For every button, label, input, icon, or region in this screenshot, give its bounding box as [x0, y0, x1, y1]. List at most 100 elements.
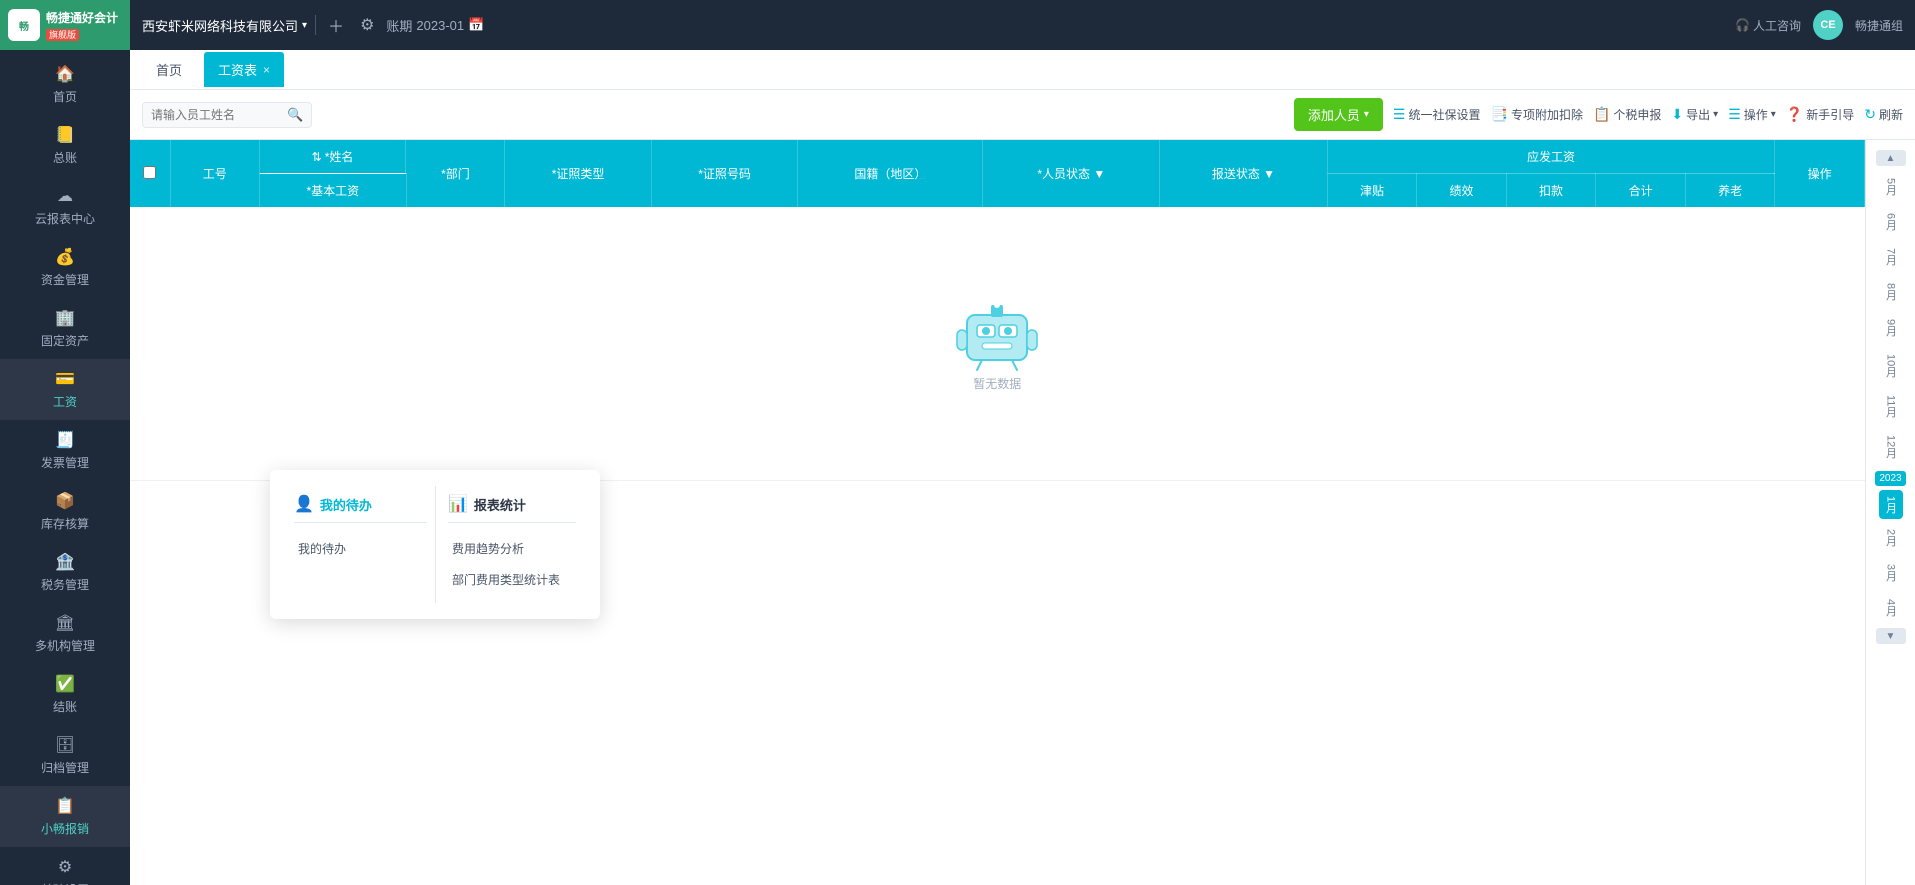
- sidebar-item-funds-label: 资金管理: [41, 271, 89, 288]
- filter-icon-1[interactable]: ▼: [1093, 167, 1105, 181]
- todo-title-label: 我的待办: [320, 495, 372, 514]
- checkbox-header[interactable]: [130, 140, 170, 207]
- todo-icon: 👤: [294, 494, 314, 514]
- month-10月[interactable]: 10月: [1879, 346, 1903, 385]
- sidebar-item-inventory-label: 库存核算: [41, 515, 89, 532]
- sidebar-item-assets-label: 固定资产: [41, 332, 89, 349]
- special-deduction-action[interactable]: 📑 专项附加扣除: [1491, 106, 1583, 123]
- month-12月[interactable]: 12月: [1879, 427, 1903, 466]
- th-salary-group: 应发工资: [1327, 140, 1775, 174]
- expense-icon: 📋: [55, 796, 75, 816]
- tab-salary-label: 工资表: [218, 60, 257, 79]
- add-button[interactable]: ＋: [324, 9, 348, 41]
- search-input[interactable]: [151, 108, 281, 122]
- th-id-type: *证照类型: [505, 140, 652, 207]
- tax-report-icon: 📋: [1593, 106, 1610, 123]
- month-4月[interactable]: 4月: [1879, 591, 1903, 624]
- month-1月-active[interactable]: 1月: [1879, 490, 1903, 519]
- page-content: 🔍 添加人员 ▾ ☰ 统一社保设置 📑 专项附加扣除: [130, 90, 1915, 885]
- app-name: 畅捷通好会计: [46, 9, 118, 26]
- social-insurance-icon: ☰: [1393, 106, 1406, 123]
- guide-toolbar-label: 新手引导: [1806, 106, 1854, 123]
- sidebar-item-closing[interactable]: ✅ 结账: [0, 664, 130, 725]
- dropdown-todo-title: 👤 我的待办: [294, 494, 427, 523]
- calendar-icon[interactable]: 📅: [468, 17, 484, 33]
- export-action[interactable]: ⬇ 导出 ▾: [1671, 106, 1718, 123]
- sidebar-item-tax[interactable]: 🏦 税务管理: [0, 542, 130, 603]
- home-icon: 🏠: [55, 64, 75, 84]
- dropdown-popup: 👤 我的待办 我的待办 📊 报表统计 费用趋势分析 部门费用类型统计表: [270, 470, 600, 619]
- empty-state-cell: 暂无数据: [130, 207, 1865, 481]
- th-operation: 操作: [1775, 140, 1865, 207]
- tab-salary[interactable]: 工资表 ×: [204, 52, 284, 87]
- th-deductions: 扣款: [1506, 174, 1596, 208]
- dropdown-item-cost-trend[interactable]: 费用趋势分析: [448, 533, 576, 564]
- scroll-up-arrow[interactable]: ▲: [1876, 150, 1906, 166]
- closing-icon: ✅: [55, 674, 75, 694]
- sidebar-item-settings[interactable]: ⚙ 基础设置: [0, 847, 130, 885]
- th-total: 合计: [1596, 174, 1686, 208]
- sidebar-item-ledger[interactable]: 📒 总账: [0, 115, 130, 176]
- scroll-down-arrow[interactable]: ▼: [1876, 628, 1906, 644]
- sidebar-item-archive[interactable]: 🗄 归档管理: [0, 725, 130, 786]
- customer-service[interactable]: 🎧 人工咨询: [1735, 17, 1801, 34]
- month-6月[interactable]: 6月: [1879, 205, 1903, 238]
- month-9月[interactable]: 9月: [1879, 311, 1903, 344]
- sidebar-item-cloud-label: 云报表中心: [35, 210, 95, 227]
- month-7月[interactable]: 7月: [1879, 240, 1903, 273]
- th-report-status: 报送状态 ▼: [1160, 140, 1328, 207]
- th-person-status: *人员状态 ▼: [983, 140, 1160, 207]
- toolbar-right: 添加人员 ▾ ☰ 统一社保设置 📑 专项附加扣除 📋 个税申报: [1294, 98, 1903, 131]
- add-person-label: 添加人员: [1308, 105, 1360, 124]
- sidebar-item-tax-label: 税务管理: [41, 576, 89, 593]
- th-dept: *部门: [406, 140, 505, 207]
- operation-action[interactable]: ☰ 操作 ▾: [1728, 106, 1776, 123]
- sidebar-item-expense[interactable]: 📋 小畅报销: [0, 786, 130, 847]
- guide-action[interactable]: ❓ 新手引导: [1786, 106, 1854, 123]
- tab-home[interactable]: 首页: [142, 52, 196, 87]
- filter-icon-2[interactable]: ▼: [1263, 167, 1275, 181]
- sidebar-item-salary[interactable]: 💳 工资: [0, 359, 130, 420]
- empty-state: 暂无数据: [140, 215, 1855, 472]
- sidebar-item-invoice[interactable]: 🧾 发票管理: [0, 420, 130, 481]
- dropdown-item-dept-cost[interactable]: 部门费用类型统计表: [448, 564, 576, 595]
- tax-report-label: 个税申报: [1613, 106, 1661, 123]
- sidebar-item-multi-org[interactable]: 🏛 多机构管理: [0, 603, 130, 664]
- month-2月[interactable]: 2月: [1879, 521, 1903, 554]
- sidebar-item-fixed-assets[interactable]: 🏢 固定资产: [0, 298, 130, 359]
- settings-button[interactable]: ⚙: [356, 11, 378, 39]
- export-chevron-icon: ▾: [1713, 109, 1718, 120]
- month-5月[interactable]: 5月: [1879, 170, 1903, 203]
- social-insurance-action[interactable]: ☰ 统一社保设置: [1393, 106, 1481, 123]
- th-id-number: *证照号码: [651, 140, 798, 207]
- dropdown-item-todo[interactable]: 我的待办: [294, 533, 427, 564]
- sidebar-logo[interactable]: 畅 畅捷通好会计 旗舰版: [0, 0, 130, 50]
- sidebar-item-inventory[interactable]: 📦 库存核算: [0, 481, 130, 542]
- tab-close-icon[interactable]: ×: [263, 63, 270, 77]
- sidebar-item-funds[interactable]: 💰 资金管理: [0, 237, 130, 298]
- divider-1: [315, 15, 316, 35]
- operation-label: 操作: [1744, 106, 1768, 123]
- sidebar-item-salary-label: 工资: [53, 393, 77, 410]
- add-person-button[interactable]: 添加人员 ▾: [1294, 98, 1383, 131]
- tab-home-label: 首页: [156, 63, 182, 78]
- tax-icon: 🏦: [55, 552, 75, 572]
- month-3月[interactable]: 3月: [1879, 556, 1903, 589]
- operation-icon: ☰: [1728, 106, 1741, 123]
- sidebar-item-settings-label: 基础设置: [41, 881, 89, 885]
- month-8月[interactable]: 8月: [1879, 275, 1903, 308]
- deduction-label: 专项附加扣除: [1511, 106, 1583, 123]
- empty-robot-icon: [947, 295, 1047, 375]
- month-11月[interactable]: 11月: [1879, 387, 1903, 425]
- company-selector[interactable]: 西安虾米网络科技有限公司 ▾: [142, 16, 307, 35]
- sidebar-item-cloud-reports[interactable]: ☁ 云报表中心: [0, 176, 130, 237]
- sidebar-item-home[interactable]: 🏠 首页: [0, 54, 130, 115]
- sidebar-item-ledger-label: 总账: [53, 149, 77, 166]
- salary-icon: 💳: [55, 369, 75, 389]
- tax-report-action[interactable]: 📋 个税申报: [1593, 106, 1661, 123]
- select-all-checkbox[interactable]: [143, 166, 156, 179]
- sidebar-logo-text: 畅捷通好会计 旗舰版: [46, 9, 118, 41]
- refresh-action[interactable]: ↻ 刷新: [1864, 106, 1903, 123]
- export-icon: ⬇: [1671, 106, 1683, 123]
- top-bar-right: 🎧 人工咨询 CE 畅捷通组: [1735, 10, 1903, 40]
